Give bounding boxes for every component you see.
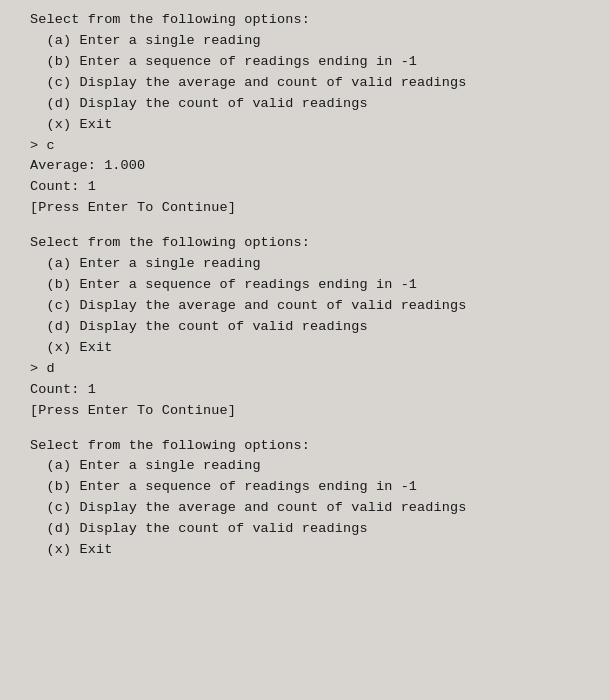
count-output-2: Count: 1 [30,380,590,401]
option-a-3: (a) Enter a single reading [30,456,590,477]
user-input-d: > d [30,359,590,380]
user-input-c: > c [30,136,590,157]
option-c-2: (c) Display the average and count of val… [30,296,590,317]
option-a: (a) Enter a single reading [30,31,590,52]
press-enter-2: [Press Enter To Continue] [30,401,590,422]
press-enter-1: [Press Enter To Continue] [30,198,590,219]
menu-block-2: Select from the following options: (a) E… [30,233,590,421]
prompt-line-3: Select from the following options: [30,436,590,457]
prompt-line-2: Select from the following options: [30,233,590,254]
option-x-3: (x) Exit [30,540,590,561]
option-c-3: (c) Display the average and count of val… [30,498,590,519]
terminal-window: Select from the following options: (a) E… [0,0,610,700]
average-output: Average: 1.000 [30,156,590,177]
option-a-2: (a) Enter a single reading [30,254,590,275]
option-b: (b) Enter a sequence of readings ending … [30,52,590,73]
menu-block-3: Select from the following options: (a) E… [30,436,590,562]
option-d: (d) Display the count of valid readings [30,94,590,115]
menu-block-1: Select from the following options: (a) E… [30,10,590,219]
option-b-3: (b) Enter a sequence of readings ending … [30,477,590,498]
option-x: (x) Exit [30,115,590,136]
option-c: (c) Display the average and count of val… [30,73,590,94]
option-d-3: (d) Display the count of valid readings [30,519,590,540]
option-x-2: (x) Exit [30,338,590,359]
count-output-1: Count: 1 [30,177,590,198]
prompt-line: Select from the following options: [30,10,590,31]
option-d-2: (d) Display the count of valid readings [30,317,590,338]
option-b-2: (b) Enter a sequence of readings ending … [30,275,590,296]
